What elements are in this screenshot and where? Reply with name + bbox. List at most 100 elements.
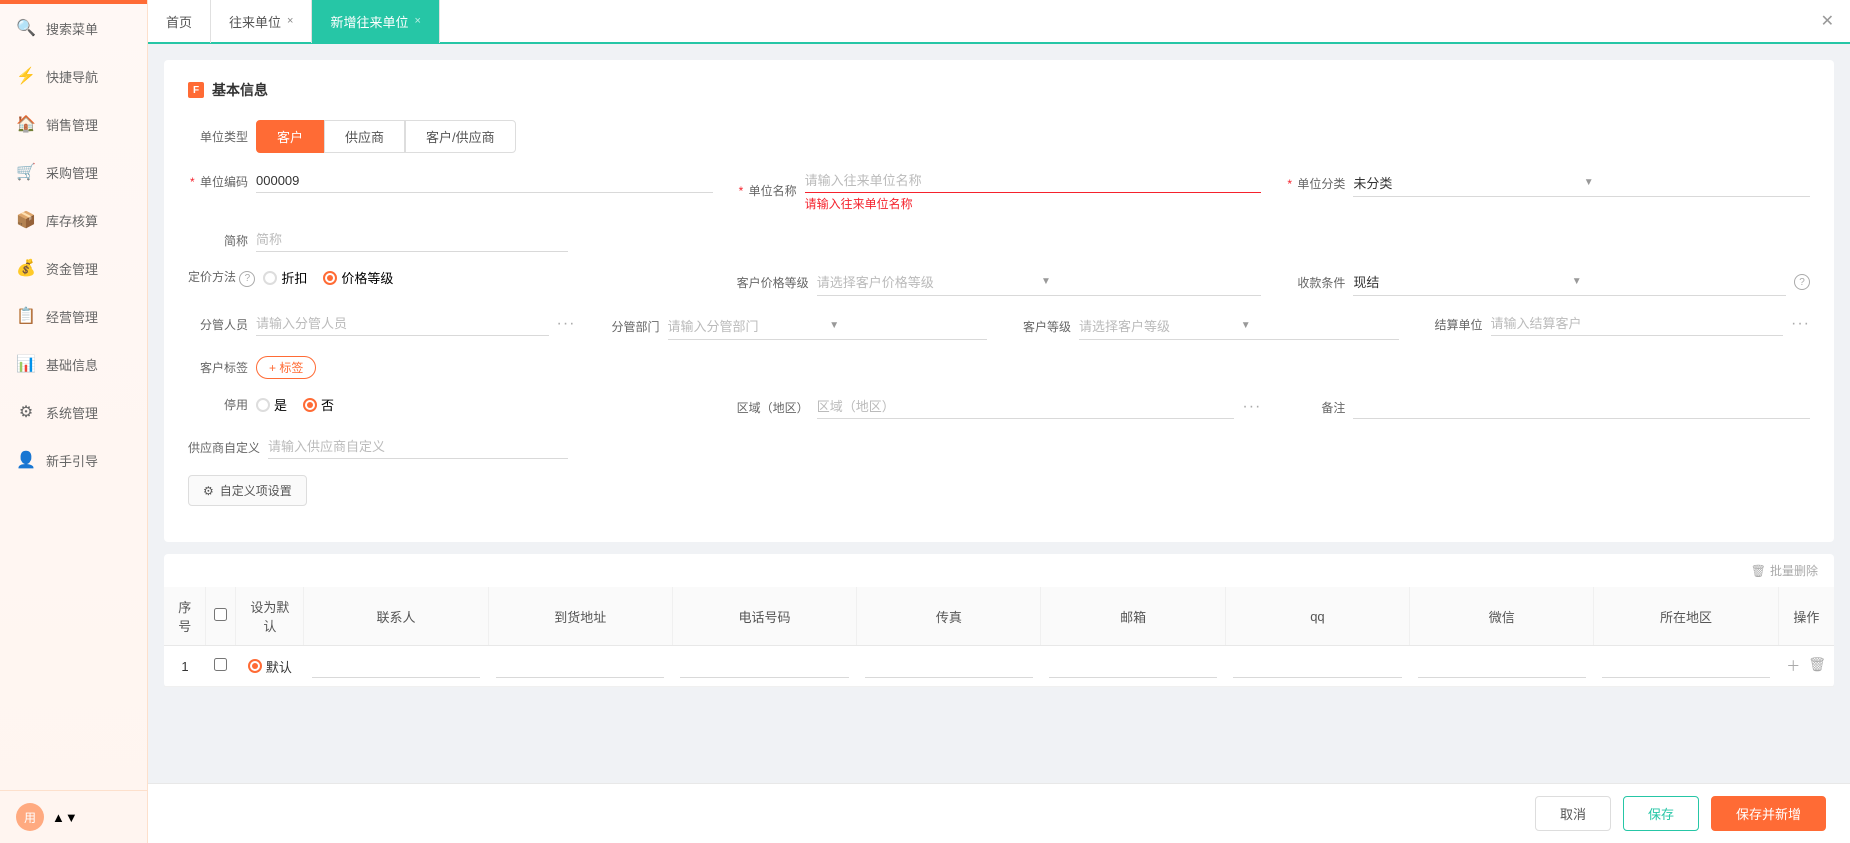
col-qq: qq bbox=[1225, 587, 1409, 646]
unit-name-input[interactable] bbox=[805, 169, 1262, 193]
contact-input[interactable] bbox=[312, 654, 480, 678]
unit-type-supplier-btn[interactable]: 供应商 bbox=[324, 120, 405, 153]
customer-price-level-select[interactable]: 请选择客户价格等级 ▼ bbox=[817, 268, 1262, 296]
payment-terms-select[interactable]: 现结 ▼ bbox=[1353, 268, 1786, 296]
abbr-row: 简称 bbox=[188, 228, 1810, 252]
custom-settings-button[interactable]: ⚙ 自定义项设置 bbox=[188, 475, 307, 506]
payment-terms-label: 收款条件 bbox=[1285, 274, 1345, 291]
save-and-new-button[interactable]: 保存并新增 bbox=[1711, 796, 1826, 831]
region-input[interactable] bbox=[817, 395, 1235, 419]
address-input[interactable] bbox=[496, 654, 664, 678]
abbr-input[interactable] bbox=[256, 228, 568, 252]
disabled-no-radio[interactable]: 否 bbox=[303, 395, 334, 414]
unit-category-chevron: ▼ bbox=[1584, 177, 1810, 188]
unit-code-label: * 单位编码 bbox=[188, 173, 248, 190]
disabled-label: 停用 bbox=[188, 396, 248, 413]
remarks-field: 备注 bbox=[1285, 395, 1810, 419]
tab-transactions-close[interactable]: × bbox=[287, 15, 293, 27]
default-radio[interactable]: 默认 bbox=[244, 657, 296, 676]
cancel-button[interactable]: 取消 bbox=[1535, 796, 1611, 831]
settlement-unit-input[interactable] bbox=[1491, 312, 1784, 336]
sidebar-item-label: 资金管理 bbox=[46, 259, 98, 278]
unit-name-wrapper: 请输入往来单位名称 bbox=[805, 169, 1262, 212]
unit-code-input[interactable] bbox=[256, 169, 713, 193]
sidebar-item-label: 经营管理 bbox=[46, 307, 98, 326]
row-select-checkbox[interactable] bbox=[214, 658, 227, 671]
sidebar-item-sales[interactable]: 🏠 销售管理 bbox=[0, 100, 147, 148]
customer-level-field: 客户等级 请选择客户等级 ▼ bbox=[1011, 312, 1399, 340]
sidebar-item-guide[interactable]: 👤 新手引导 bbox=[0, 436, 147, 484]
cust-level-chevron: ▼ bbox=[1241, 320, 1399, 331]
sidebar-item-operations[interactable]: 📋 经营管理 bbox=[0, 292, 147, 340]
section-icon: F bbox=[188, 82, 204, 98]
tab-new-transaction-label: 新增往来单位 bbox=[330, 12, 408, 31]
manager-input[interactable] bbox=[256, 312, 549, 336]
customer-tag-field: 客户标签 + 标签 bbox=[188, 356, 1810, 379]
wechat-input[interactable] bbox=[1418, 654, 1586, 678]
disabled-yes-radio[interactable]: 是 bbox=[256, 395, 287, 414]
row-action: ＋ 🗑 bbox=[1778, 646, 1834, 687]
sidebar-item-system[interactable]: ⚙ 系统管理 bbox=[0, 388, 147, 436]
row-region-input[interactable] bbox=[1602, 654, 1770, 678]
qq-input[interactable] bbox=[1233, 654, 1401, 678]
disabled-no-circle bbox=[303, 398, 317, 412]
sidebar-item-label: 采购管理 bbox=[46, 163, 98, 182]
sidebar-item-label: 库存核算 bbox=[46, 211, 98, 230]
save-button[interactable]: 保存 bbox=[1623, 796, 1699, 831]
pricing-info-icon[interactable]: ? bbox=[239, 271, 255, 287]
main-content: 首页 往来单位 × 新增往来单位 × ✕ F 基本信息 单位类型 客户 bbox=[148, 0, 1850, 843]
customer-level-label: 客户等级 bbox=[1011, 318, 1071, 335]
basic-info-icon: 📊 bbox=[16, 354, 36, 374]
customer-level-select[interactable]: 请选择客户等级 ▼ bbox=[1079, 312, 1399, 340]
add-tag-button[interactable]: + 标签 bbox=[256, 356, 316, 379]
settlement-more-btn[interactable]: ··· bbox=[1791, 315, 1810, 333]
tab-home[interactable]: 首页 bbox=[148, 0, 211, 43]
col-email: 邮箱 bbox=[1041, 587, 1225, 646]
batch-delete-button[interactable]: 🗑 批量删除 bbox=[1751, 562, 1818, 579]
region-more-btn[interactable]: ··· bbox=[1242, 398, 1261, 416]
sidebar-item-finance[interactable]: 💰 资金管理 bbox=[0, 244, 147, 292]
pricing-discount-radio[interactable]: 折扣 bbox=[263, 268, 307, 287]
unit-type-group: 客户 供应商 客户/供应商 bbox=[256, 120, 516, 153]
table-header-row: 序号 设为默认 联系人 到货地址 电话号码 传真 邮箱 qq 微信 所在地区 操… bbox=[164, 587, 1834, 646]
unit-type-customer-btn[interactable]: 客户 bbox=[256, 120, 324, 153]
col-checkbox bbox=[206, 587, 236, 646]
guide-icon: 👤 bbox=[16, 450, 36, 470]
contacts-table-section: 🗑 批量删除 序号 设为默认 联系人 到货地址 电话号码 传真 邮箱 qq bbox=[164, 554, 1834, 687]
manager-more-btn[interactable]: ··· bbox=[557, 315, 576, 333]
delete-row-button[interactable]: 🗑 bbox=[1808, 656, 1826, 676]
tab-new-transaction[interactable]: 新增往来单位 × bbox=[312, 0, 439, 43]
remarks-input[interactable] bbox=[1353, 395, 1810, 419]
payment-info-icon[interactable]: ? bbox=[1794, 274, 1810, 290]
sidebar: 🔍 搜索菜单 ⚡ 快捷导航 🏠 销售管理 🛒 采购管理 📦 库存核算 💰 资金管… bbox=[0, 0, 148, 843]
tab-transactions[interactable]: 往来单位 × bbox=[211, 0, 312, 43]
unit-category-select[interactable]: 未分类 ▼ bbox=[1353, 169, 1810, 197]
sidebar-item-label: 快捷导航 bbox=[46, 67, 98, 86]
select-all-checkbox[interactable] bbox=[214, 608, 227, 621]
row-wechat bbox=[1410, 646, 1594, 687]
form-footer: 取消 保存 保存并新增 bbox=[148, 783, 1850, 843]
sidebar-item-basic-info[interactable]: 📊 基础信息 bbox=[0, 340, 147, 388]
unit-type-both-btn[interactable]: 客户/供应商 bbox=[405, 120, 516, 153]
remarks-label: 备注 bbox=[1285, 399, 1345, 416]
phone-input[interactable] bbox=[680, 654, 848, 678]
col-actions: 操作 bbox=[1778, 587, 1834, 646]
department-select[interactable]: 请输入分管部门 ▼ bbox=[668, 312, 988, 340]
tab-new-transaction-close[interactable]: × bbox=[414, 15, 420, 27]
system-icon: ⚙ bbox=[16, 402, 36, 422]
window-close-button[interactable]: ✕ bbox=[1821, 11, 1834, 31]
sidebar-item-inventory[interactable]: 📦 库存核算 bbox=[0, 196, 147, 244]
add-row-button[interactable]: ＋ bbox=[1786, 656, 1800, 676]
sidebar-item-quick-nav[interactable]: ⚡ 快捷导航 bbox=[0, 52, 147, 100]
sidebar-item-purchase[interactable]: 🛒 采购管理 bbox=[0, 148, 147, 196]
unit-category-field: * 单位分类 未分类 ▼ bbox=[1285, 169, 1810, 197]
payment-chevron: ▼ bbox=[1572, 276, 1786, 287]
sidebar-item-label: 新手引导 bbox=[46, 451, 98, 470]
supplier-custom-row: 供应商自定义 bbox=[188, 435, 1810, 459]
fax-input[interactable] bbox=[865, 654, 1033, 678]
row-no: 1 bbox=[164, 646, 206, 687]
supplier-custom-input[interactable] bbox=[268, 435, 568, 459]
email-input[interactable] bbox=[1049, 654, 1217, 678]
pricing-level-radio[interactable]: 价格等级 bbox=[323, 268, 393, 287]
sidebar-item-search[interactable]: 🔍 搜索菜单 bbox=[0, 4, 147, 52]
